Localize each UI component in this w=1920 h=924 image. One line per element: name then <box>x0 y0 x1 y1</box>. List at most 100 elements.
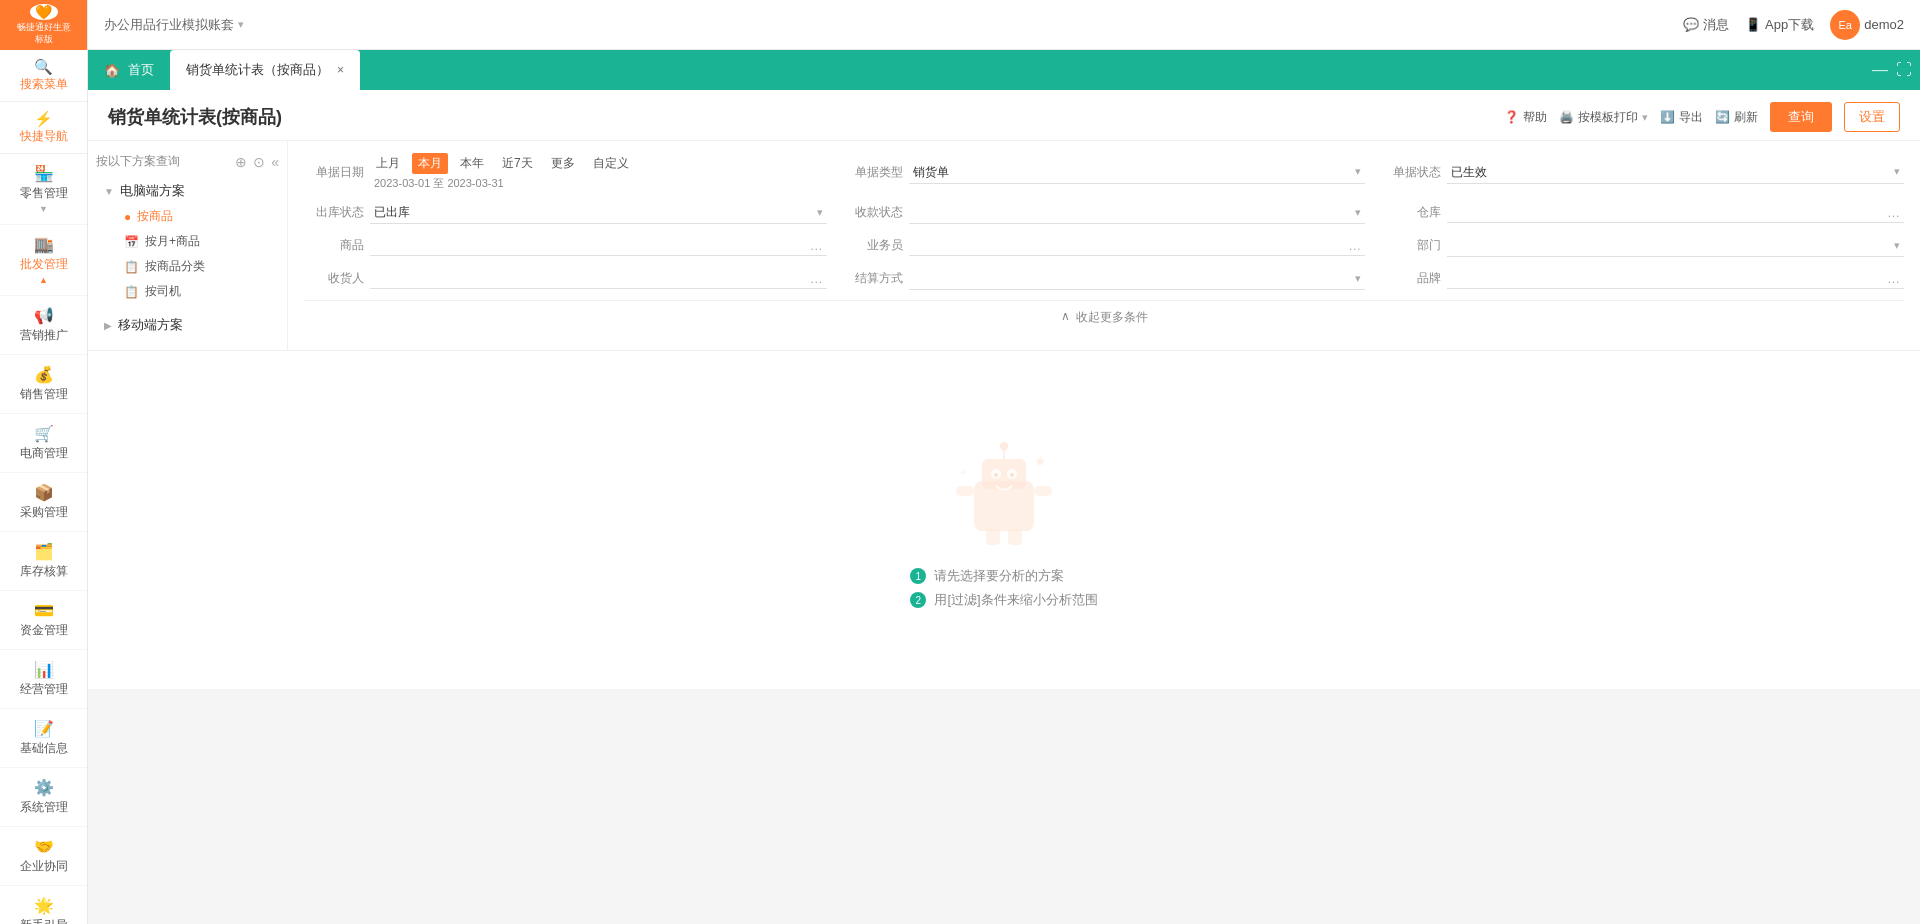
filter-brand: 品牌 … <box>1381 269 1904 289</box>
out-status-select-wrapper: 已出库 ▾ <box>370 201 827 224</box>
sidebar-item-system[interactable]: ⚙️ 系统管理 <box>0 768 87 827</box>
message-label: 消息 <box>1703 16 1729 34</box>
date-this-month[interactable]: 本月 <box>412 153 448 174</box>
workspace-selector[interactable]: 办公用品行业模拟账套 ▾ <box>104 16 244 34</box>
sidebar-item-finance[interactable]: 💳 资金管理 <box>0 591 87 650</box>
retail-arrow: ▼ <box>39 204 48 214</box>
tree-item-by-product[interactable]: ● 按商品 <box>116 204 279 229</box>
out-status-select[interactable]: 已出库 <box>370 201 827 223</box>
search-menu-btn[interactable]: 🔍 搜索菜单 <box>0 50 87 102</box>
type-label: 单据类型 <box>843 164 903 181</box>
settings-btn[interactable]: 设置 <box>1844 102 1900 132</box>
home-icon: 🏠 <box>104 63 120 78</box>
date-more[interactable]: 更多 <box>545 153 581 174</box>
refresh-icon: 🔄 <box>1715 110 1730 124</box>
date-7days[interactable]: 近7天 <box>496 153 539 174</box>
tab-maximize-btn[interactable]: ⛶ <box>1896 61 1912 79</box>
collect-status-select[interactable] <box>909 201 1366 223</box>
type-select[interactable]: 销货单 <box>909 161 1366 183</box>
warehouse-dots-btn[interactable]: … <box>1887 205 1900 220</box>
product-dots-btn[interactable]: … <box>810 238 823 253</box>
tab-home[interactable]: 🏠 首页 <box>88 50 170 90</box>
type-select-wrapper: 销货单 ▾ <box>909 161 1366 184</box>
status-select[interactable]: 已生效 <box>1447 161 1904 183</box>
filter-row-1: 单据日期 上月 本月 本年 近7天 更多 自定义 20 <box>304 153 1904 191</box>
sidebar-item-guide[interactable]: 🌟 新手引导 <box>0 886 87 924</box>
tree-children: ● 按商品 📅 按月+商品 📋 按商品分类 📋 <box>96 204 279 304</box>
salesman-dots-btn[interactable]: … <box>1348 238 1361 253</box>
tree-mobile-group[interactable]: ▶ 移动端方案 <box>96 312 279 338</box>
query-btn[interactable]: 查询 <box>1770 102 1832 132</box>
tree-settings-icon[interactable]: ⊙ <box>253 154 265 170</box>
quick-nav-btn[interactable]: ⚡ 快捷导航 <box>0 102 87 154</box>
message-btn[interactable]: 💬 消息 <box>1683 16 1729 34</box>
app-download-btn[interactable]: 📱 App下载 <box>1745 16 1814 34</box>
home-label: 首页 <box>128 61 154 79</box>
tree-add-icon[interactable]: ⊕ <box>235 154 247 170</box>
tree-panel: 按以下方案查询 ⊕ ⊙ « ▼ 电脑端方案 ● <box>88 141 288 350</box>
date-custom[interactable]: 自定义 <box>587 153 635 174</box>
date-range: 2023-03-01 至 2023-03-31 <box>370 176 827 191</box>
filter-row-3: 商品 … 业务员 <box>304 234 1904 257</box>
sidebar-item-wholesale[interactable]: 🏬 批发管理 ▲ <box>0 225 87 296</box>
payment-control: ▾ <box>909 267 1366 290</box>
collapse-btn[interactable]: ∧ 收起更多条件 <box>304 300 1904 334</box>
sidebar-item-marketing[interactable]: 📢 营销推广 <box>0 296 87 355</box>
search-menu-label: 搜索菜单 <box>6 76 81 93</box>
tab-active[interactable]: 销货单统计表（按商品） × <box>170 50 360 90</box>
dept-select[interactable] <box>1447 234 1904 256</box>
sidebar-item-retail[interactable]: 🏪 零售管理 ▼ <box>0 154 87 225</box>
tab-minimize-btn[interactable]: — <box>1872 61 1888 79</box>
sidebar-item-sales[interactable]: 💰 销售管理 <box>0 355 87 414</box>
guide-label: 新手引导 <box>20 917 68 924</box>
header-right: 💬 消息 📱 App下载 Ea demo2 <box>1683 10 1904 40</box>
sidebar-item-ecommerce[interactable]: 🛒 电商管理 <box>0 414 87 473</box>
tree-item-by-month-product[interactable]: 📅 按月+商品 <box>116 229 279 254</box>
tree-item-by-cashier[interactable]: 📋 按司机 <box>116 279 279 304</box>
print-btn[interactable]: 🖨️ 按模板打印 ▾ <box>1559 109 1648 126</box>
recipient-control: … <box>370 269 827 289</box>
product-label: 商品 <box>304 237 364 254</box>
tree-item-by-category[interactable]: 📋 按商品分类 <box>116 254 279 279</box>
basics-icon: 📝 <box>34 719 54 738</box>
workspace-chevron: ▾ <box>238 18 244 31</box>
top-header: 办公用品行业模拟账套 ▾ 💬 消息 📱 App下载 Ea demo2 <box>88 0 1920 50</box>
tab-close-btn[interactable]: × <box>337 63 344 77</box>
brand-dots-btn[interactable]: … <box>1887 271 1900 286</box>
export-icon: ⬇️ <box>1660 110 1675 124</box>
recipient-dots-btn[interactable]: … <box>810 271 823 286</box>
filter-product: 商品 … <box>304 236 827 256</box>
system-label: 系统管理 <box>20 799 68 816</box>
main-area: 办公用品行业模拟账套 ▾ 💬 消息 📱 App下载 Ea demo2 🏠 <box>88 0 1920 924</box>
sidebar-item-basics[interactable]: 📝 基础信息 <box>0 709 87 768</box>
system-icon: ⚙️ <box>34 778 54 797</box>
operations-label: 经营管理 <box>20 681 68 698</box>
ecommerce-label: 电商管理 <box>20 445 68 462</box>
date-this-year[interactable]: 本年 <box>454 153 490 174</box>
payment-label: 结算方式 <box>843 270 903 287</box>
svg-rect-11 <box>1008 529 1022 545</box>
user-menu[interactable]: Ea demo2 <box>1830 10 1904 40</box>
print-chevron: ▾ <box>1642 111 1648 124</box>
guide-icon: 🌟 <box>34 896 54 915</box>
app-download-label: App下载 <box>1765 16 1814 34</box>
tree-collapse-icon[interactable]: « <box>271 154 279 170</box>
help-btn[interactable]: ❓ 帮助 <box>1504 109 1547 126</box>
payment-select[interactable] <box>909 267 1366 289</box>
retail-icon: 🏪 <box>34 164 54 183</box>
finance-icon: 💳 <box>34 601 54 620</box>
export-btn[interactable]: ⬇️ 导出 <box>1660 109 1703 126</box>
purchase-icon: 📦 <box>34 483 54 502</box>
salesman-input-wrapper: … <box>909 236 1366 256</box>
inventory-icon: 🗂️ <box>34 542 54 561</box>
sidebar-item-purchase[interactable]: 📦 采购管理 <box>0 473 87 532</box>
tree-pc-group[interactable]: ▼ 电脑端方案 <box>96 178 279 204</box>
app-logo[interactable]: 🧡 畅捷通好生意 标版 <box>0 0 87 50</box>
svg-text:✦: ✦ <box>959 467 967 478</box>
date-last-month[interactable]: 上月 <box>370 153 406 174</box>
sidebar-item-inventory[interactable]: 🗂️ 库存核算 <box>0 532 87 591</box>
sidebar-item-enterprise[interactable]: 🤝 企业协同 <box>0 827 87 886</box>
sidebar-item-operations[interactable]: 📊 经营管理 <box>0 650 87 709</box>
date-control: 上月 本月 本年 近7天 更多 自定义 2023-03-01 至 2023-03… <box>370 153 827 191</box>
refresh-btn[interactable]: 🔄 刷新 <box>1715 109 1758 126</box>
